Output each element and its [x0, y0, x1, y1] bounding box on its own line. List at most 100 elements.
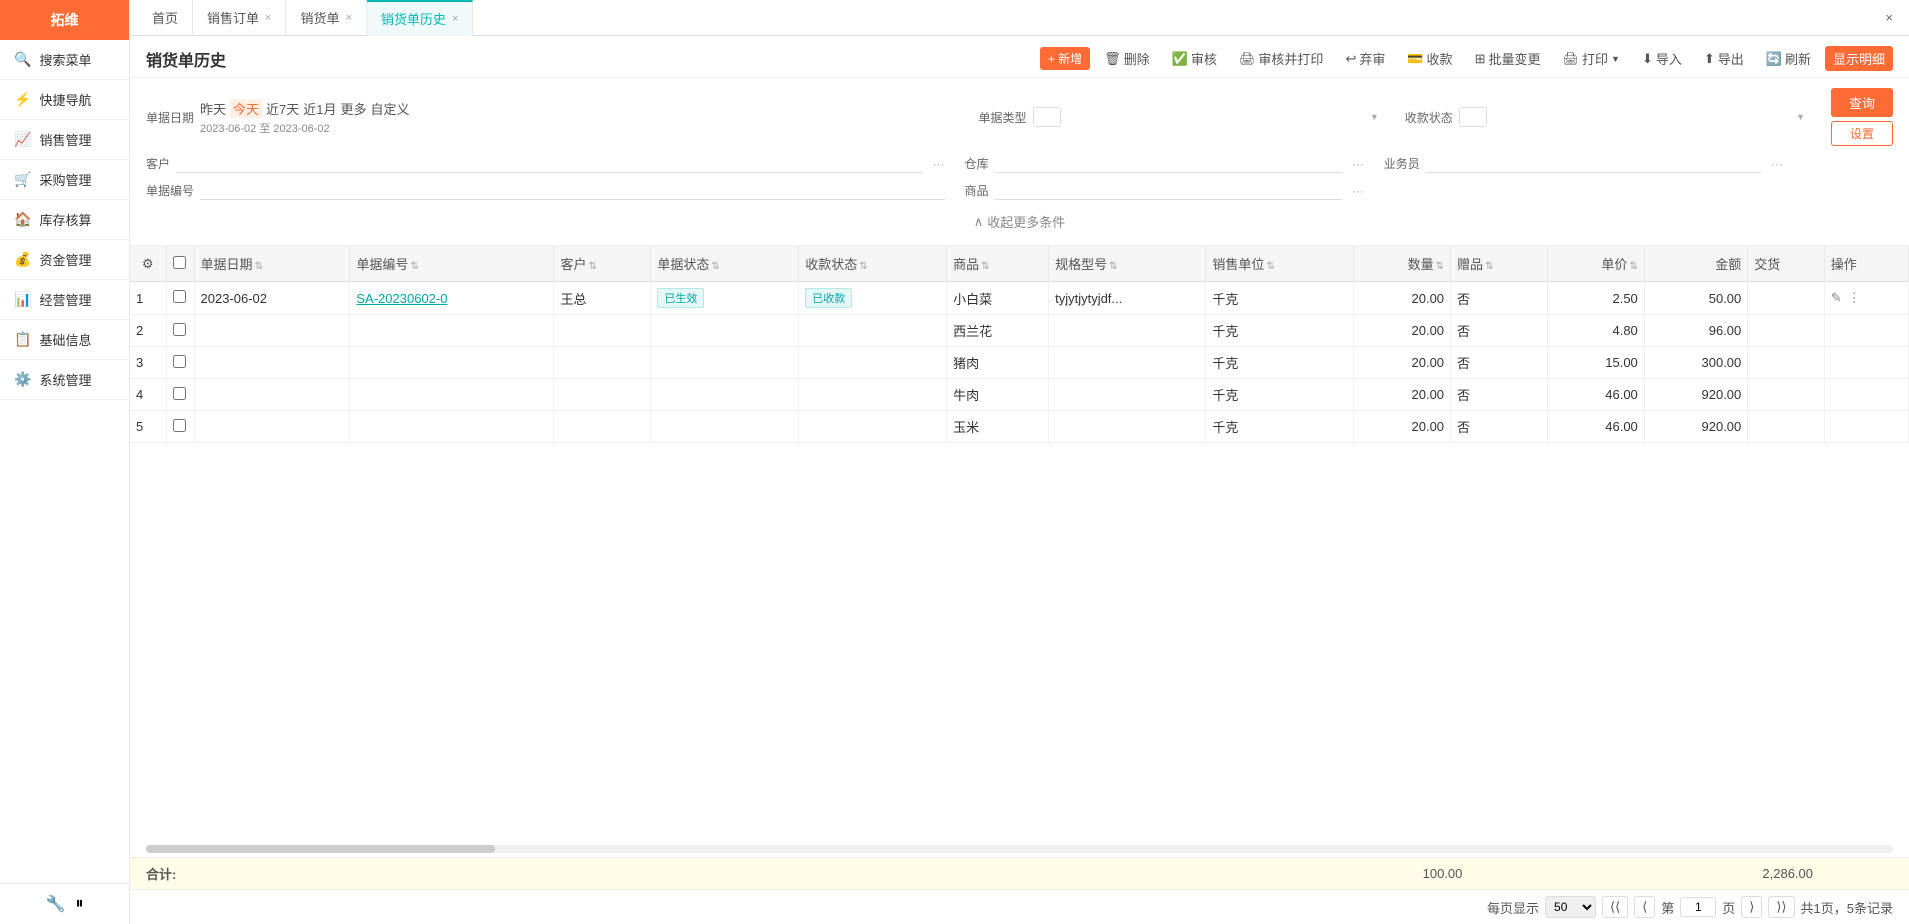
sidebar-item-system-mgmt[interactable]: ⚙️ 系统管理: [0, 360, 129, 400]
row-checkbox[interactable]: [166, 282, 194, 315]
row-goods: 西兰花: [947, 315, 1049, 347]
export-button[interactable]: ⬆ 导出: [1696, 46, 1752, 71]
shortcut-custom[interactable]: 自定义: [371, 99, 410, 118]
data-table: ⚙ 单据日期⇅ 单据编号⇅ 客户⇅ 单据状态⇅ 收款状态⇅ 商品⇅ 规格型号⇅ …: [130, 246, 1909, 443]
tab-sales-order-close[interactable]: ×: [265, 12, 271, 24]
row-transaction: [1748, 282, 1825, 315]
show-detail-button[interactable]: 显示明细: [1825, 46, 1893, 71]
shortcut-today[interactable]: 今天: [230, 99, 262, 118]
table-footer: 合计: 100.00 2,286.00: [130, 857, 1909, 889]
close-all-tabs[interactable]: ×: [1877, 10, 1901, 25]
doc-type-select[interactable]: [1033, 107, 1061, 127]
staff-input[interactable]: [1426, 154, 1761, 173]
tab-sales-goods[interactable]: 销货单 ×: [286, 0, 366, 36]
date-range: 2023-06-02 至 2023-06-02: [200, 120, 410, 136]
col-settings[interactable]: ⚙: [130, 246, 166, 282]
sidebar-item-search-menu[interactable]: 🔍 搜索菜单: [0, 40, 129, 80]
row-doc-status: 已生效: [651, 282, 799, 315]
col-qty: 数量⇅: [1354, 246, 1451, 282]
sidebar-logo: 拓维: [0, 0, 129, 40]
filter-staff: 业务员 ···: [1384, 154, 1783, 173]
col-goods: 商品⇅: [947, 246, 1049, 282]
batch-change-button[interactable]: ⊞ 批量变更: [1467, 46, 1549, 71]
page-number-input[interactable]: [1680, 897, 1716, 917]
sidebar-item-sales-mgmt[interactable]: 📈 销售管理: [0, 120, 129, 160]
import-button[interactable]: ⬇ 导入: [1634, 46, 1690, 71]
row-checkbox-3[interactable]: [173, 387, 186, 400]
row-checkbox-1[interactable]: [173, 323, 186, 336]
row-checkbox-2[interactable]: [173, 355, 186, 368]
row-checkbox[interactable]: [166, 379, 194, 411]
filter-row-1: 单据日期 昨天 今天 近7天 近1月 更多 自定义 2023-06-02 至 2…: [146, 88, 1893, 146]
shortcut-1month[interactable]: 近1月: [303, 99, 336, 118]
warehouse-input[interactable]: [995, 154, 1342, 173]
tab-sales-order[interactable]: 销售订单 ×: [193, 0, 286, 36]
prev-page-button[interactable]: ⟨: [1634, 896, 1655, 918]
row-checkbox[interactable]: [166, 411, 194, 443]
delete-button[interactable]: 🗑 删除: [1096, 46, 1158, 71]
staff-picker[interactable]: ···: [1771, 157, 1783, 171]
main-area: 首页 销售订单 × 销货单 × 销货单历史 × × 销货单历史 + 新增 🗑 删…: [130, 0, 1909, 924]
customer-input[interactable]: [176, 154, 922, 173]
query-button[interactable]: 查询: [1831, 88, 1893, 117]
row-no: 5: [130, 411, 166, 443]
row-checkbox-4[interactable]: [173, 419, 186, 432]
row-no: 1: [130, 282, 166, 315]
goods-picker[interactable]: ···: [1352, 184, 1364, 198]
status-badge: 已生效: [657, 288, 704, 308]
edit-btn-0[interactable]: ✎: [1831, 290, 1842, 306]
horizontal-scrollbar[interactable]: [130, 841, 1909, 857]
sidebar-item-inventory[interactable]: 🏠 库存核算: [0, 200, 129, 240]
first-page-button[interactable]: ⟨⟨: [1602, 896, 1628, 918]
row-checkbox-0[interactable]: [173, 290, 186, 303]
row-checkbox[interactable]: [166, 347, 194, 379]
shortcut-7days[interactable]: 近7天: [266, 99, 299, 118]
warehouse-label: 仓库: [965, 155, 989, 172]
settings-icon[interactable]: 🔧: [46, 894, 66, 914]
setting-button[interactable]: 设置: [1831, 121, 1893, 146]
sidebar-item-basic-info[interactable]: 📋 基础信息: [0, 320, 129, 360]
next-page-button[interactable]: ⟩: [1741, 896, 1762, 918]
sidebar-item-quick-nav[interactable]: ⚡ 快捷导航: [0, 80, 129, 120]
customer-picker[interactable]: ···: [933, 157, 945, 171]
col-amount: 金额: [1644, 246, 1747, 282]
sidebar-item-operations[interactable]: 📊 经营管理: [0, 280, 129, 320]
select-all-checkbox[interactable]: [173, 256, 186, 269]
row-checkbox[interactable]: [166, 315, 194, 347]
payment-status-select[interactable]: [1459, 107, 1487, 127]
audit-print-button[interactable]: 🖨 审核并打印: [1231, 46, 1332, 71]
finance-icon: 💰: [14, 251, 31, 268]
doc-no-input[interactable]: [200, 181, 944, 200]
sidebar-item-purchase-mgmt[interactable]: 🛒 采购管理: [0, 160, 129, 200]
page-size-label: 每页显示: [1487, 898, 1539, 917]
pause-icon[interactable]: ⏸: [75, 895, 83, 913]
sidebar-item-label: 系统管理: [39, 370, 91, 389]
tab-sales-history[interactable]: 销货单历史 ×: [367, 0, 473, 36]
collect-button[interactable]: 💳 收款: [1399, 46, 1460, 71]
goods-input[interactable]: [995, 181, 1342, 200]
sidebar-item-finance[interactable]: 💰 资金管理: [0, 240, 129, 280]
col-doc-date: 单据日期⇅: [194, 246, 350, 282]
tab-sales-history-close[interactable]: ×: [452, 13, 458, 25]
warehouse-picker[interactable]: ···: [1352, 157, 1364, 171]
more-btn-0[interactable]: ⋮: [1848, 290, 1861, 306]
audit-button[interactable]: ✅ 审核: [1164, 46, 1225, 71]
audit-icon: ✅: [1172, 51, 1188, 67]
collapse-button[interactable]: ∧ 收起更多条件: [970, 208, 1070, 235]
page-size-select[interactable]: 50 100 200: [1545, 896, 1596, 918]
row-doc-no[interactable]: SA-20230602-0: [350, 282, 554, 315]
print-button[interactable]: 🖨 打印 ▼: [1554, 46, 1627, 71]
delete-icon: 🗑: [1104, 51, 1121, 67]
new-button[interactable]: + 新增: [1040, 47, 1090, 70]
last-page-button[interactable]: ⟩⟩: [1768, 896, 1794, 918]
doc-no-link[interactable]: SA-20230602-0: [356, 291, 447, 306]
tab-home[interactable]: 首页: [138, 0, 193, 36]
row-spec: [1049, 315, 1206, 347]
refresh-button[interactable]: 🔄 刷新: [1758, 46, 1819, 71]
tab-sales-goods-close[interactable]: ×: [345, 12, 351, 24]
sidebar-item-label: 基础信息: [39, 330, 91, 349]
shortcut-yesterday[interactable]: 昨天: [200, 99, 226, 118]
abandon-button[interactable]: ↩ 弃审: [1337, 46, 1393, 71]
shortcut-more[interactable]: 更多: [341, 99, 367, 118]
table-row: 4牛肉千克20.00否46.00920.00: [130, 379, 1909, 411]
